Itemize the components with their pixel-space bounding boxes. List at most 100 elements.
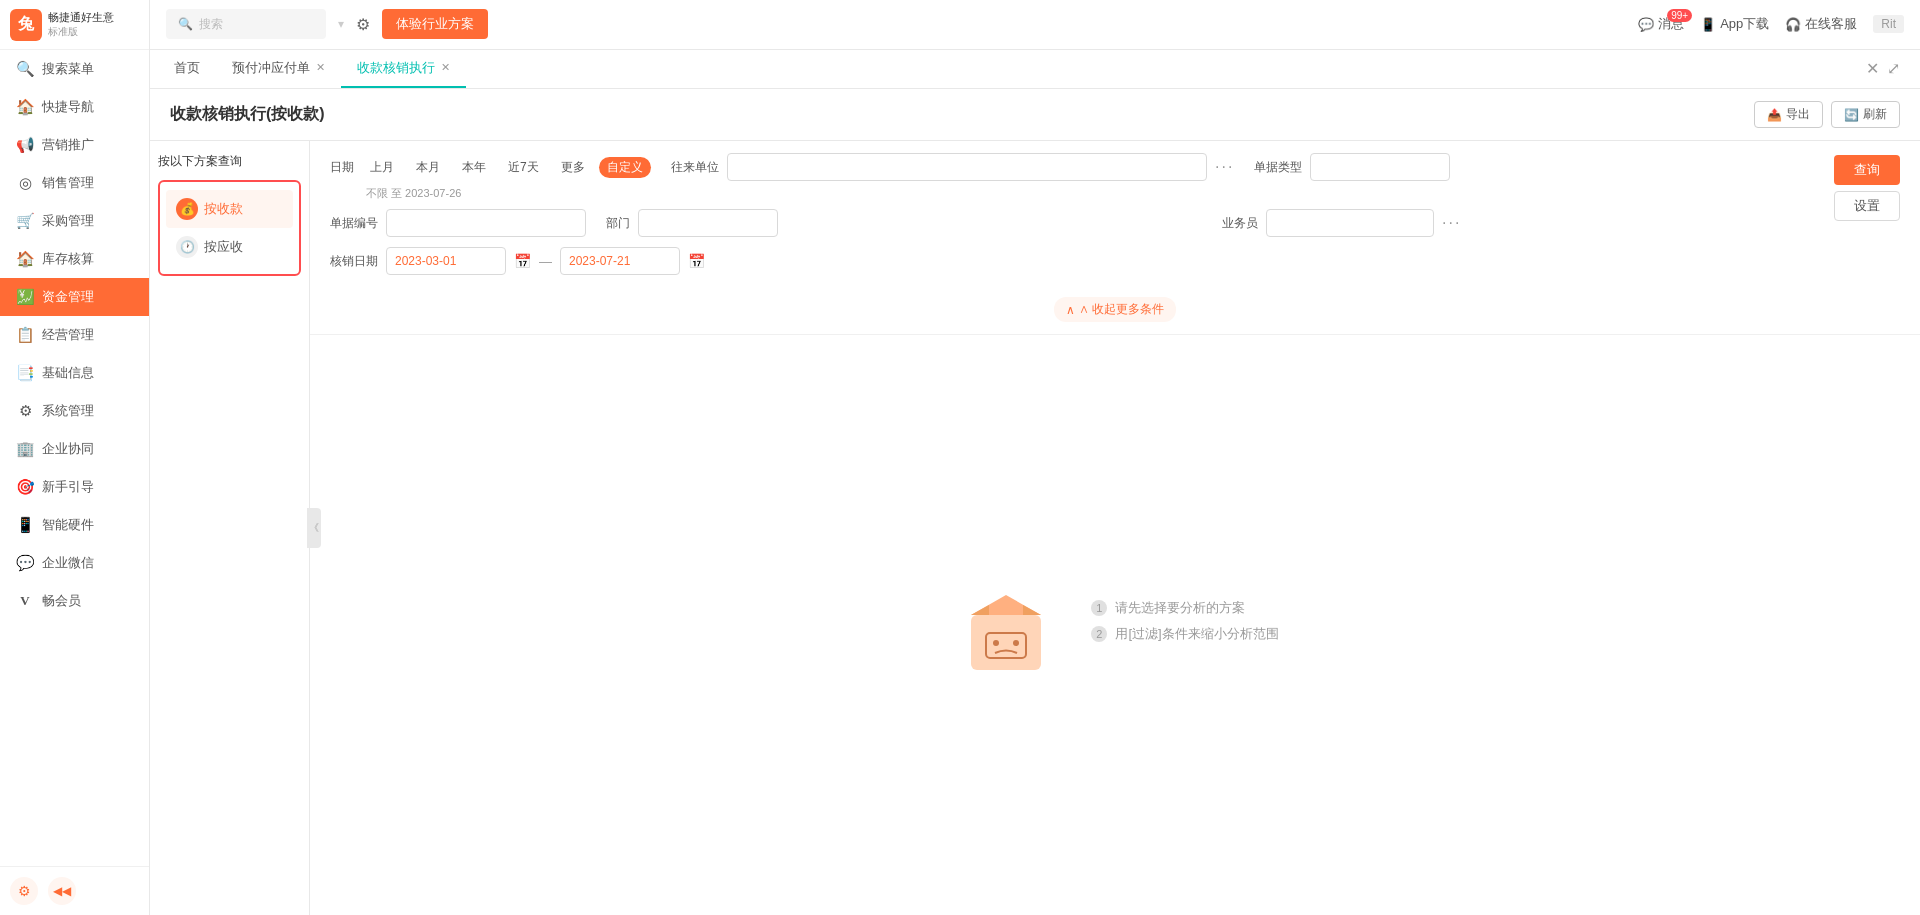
sidebar-label-inventory: 库存核算 <box>42 250 94 268</box>
topbar-actions: 💬 消息 99+ 📱 App下载 🎧 在线客服 Rit <box>1638 15 1904 33</box>
date-label: 日期 <box>330 159 354 176</box>
counterpart-label: 往来单位 <box>671 159 719 176</box>
offset-date-end-input[interactable] <box>560 247 680 275</box>
sidebar-bottom: ⚙ ◀◀ <box>0 866 149 915</box>
message-badge: 99+ <box>1667 9 1692 22</box>
topbar-chevron[interactable]: ▾ <box>338 17 344 31</box>
topbar-search[interactable]: 🔍 搜索 <box>166 9 326 39</box>
offset-date-end-icon[interactable]: 📅 <box>688 253 705 269</box>
online-service-btn[interactable]: 🎧 在线客服 <box>1785 15 1857 33</box>
date-separator: — <box>539 254 552 269</box>
inventory-icon: 🏠 <box>16 250 34 268</box>
app-edition: 标准版 <box>48 25 114 39</box>
by-receivable-label: 按应收 <box>204 238 243 256</box>
app-download-icon: 📱 <box>1700 17 1716 32</box>
message-btn[interactable]: 💬 消息 99+ <box>1638 15 1684 33</box>
date-7days[interactable]: 近7天 <box>500 157 547 178</box>
empty-hint2: 用[过滤]条件来缩小分析范围 <box>1115 625 1278 643</box>
date-custom-btn[interactable]: 自定义 <box>599 157 651 178</box>
voucher-type-select[interactable] <box>1310 153 1450 181</box>
system-icon: ⚙ <box>16 402 34 420</box>
wechat-icon: 💬 <box>16 554 34 572</box>
sidebar-item-member[interactable]: V 畅会员 <box>0 582 149 620</box>
sidebar-item-operations[interactable]: 📋 经营管理 <box>0 316 149 354</box>
filter-options-box: 💰 按收款 🕐 按应收 <box>158 180 301 276</box>
tab-home-label: 首页 <box>174 59 200 77</box>
sidebar-item-basic-info[interactable]: 📑 基础信息 <box>0 354 149 392</box>
date-this-year[interactable]: 本年 <box>454 157 494 178</box>
user-name[interactable]: Rit <box>1873 15 1904 33</box>
settings-bottom-btn[interactable]: ⚙ <box>10 877 38 905</box>
left-panel-title: 按以下方案查询 <box>158 153 301 170</box>
date-last-month[interactable]: 上月 <box>362 157 402 178</box>
sidebar-item-guide[interactable]: 🎯 新手引导 <box>0 468 149 506</box>
filter-by-receivable[interactable]: 🕐 按应收 <box>166 228 293 266</box>
search-placeholder-text: 搜索 <box>199 16 223 33</box>
close-tab-icon[interactable]: ✕ <box>1866 59 1879 78</box>
page-actions: 📤 导出 🔄 刷新 <box>1754 101 1900 128</box>
sidebar-label-wechat: 企业微信 <box>42 554 94 572</box>
sidebar-item-search-menu[interactable]: 🔍 搜索菜单 <box>0 50 149 88</box>
date-this-month[interactable]: 本月 <box>408 157 448 178</box>
counterpart-more-icon[interactable]: ··· <box>1215 158 1234 176</box>
sidebar-item-inventory[interactable]: 🏠 库存核算 <box>0 240 149 278</box>
offset-date-start-input[interactable] <box>386 247 506 275</box>
sidebar-label-search-menu: 搜索菜单 <box>42 60 94 78</box>
sidebar-item-quick-nav[interactable]: 🏠 快捷导航 <box>0 88 149 126</box>
tab-receipt-offset-label: 收款核销执行 <box>357 59 435 77</box>
expand-icon[interactable]: ⤢ <box>1887 59 1900 78</box>
voucher-no-input[interactable] <box>386 209 586 237</box>
sidebar-item-wechat[interactable]: 💬 企业微信 <box>0 544 149 582</box>
app-download-label: App下载 <box>1720 15 1769 33</box>
date-more[interactable]: 更多 <box>553 157 593 178</box>
employee-input[interactable] <box>1266 209 1434 237</box>
topbar-gear-icon[interactable]: ⚙ <box>356 15 370 34</box>
app-download-btn[interactable]: 📱 App下载 <box>1700 15 1769 33</box>
tab-prepay[interactable]: 预付冲应付单 ✕ <box>216 50 341 89</box>
collapse-left-btn[interactable]: 《 <box>307 508 321 548</box>
employee-more-icon[interactable]: ··· <box>1442 214 1461 232</box>
sidebar-nav: 🔍 搜索菜单 🏠 快捷导航 📢 营销推广 ◎ 销售管理 🛒 采购管理 🏠 库存核… <box>0 50 149 866</box>
sidebar-item-finance[interactable]: 💹 资金管理 <box>0 278 149 316</box>
settings-btn[interactable]: 设置 <box>1834 191 1900 221</box>
date-range-display: 不限 至 2023-07-26 <box>366 185 1818 201</box>
sidebar-item-marketing[interactable]: 📢 营销推广 <box>0 126 149 164</box>
guide-icon: 🎯 <box>16 478 34 496</box>
tab-receipt-offset-close[interactable]: ✕ <box>441 61 450 74</box>
empty-illustration <box>951 575 1051 675</box>
collapse-sidebar-btn[interactable]: ◀◀ <box>48 877 76 905</box>
sidebar-label-purchase: 采购管理 <box>42 212 94 230</box>
search-menu-icon: 🔍 <box>16 60 34 78</box>
sidebar-item-purchase[interactable]: 🛒 采购管理 <box>0 202 149 240</box>
sidebar-item-sales[interactable]: ◎ 销售管理 <box>0 164 149 202</box>
filter-row-2: 单据编号 部门 业务员 <box>330 209 1818 237</box>
tab-home[interactable]: 首页 <box>158 50 216 89</box>
sidebar-item-enterprise[interactable]: 🏢 企业协同 <box>0 430 149 468</box>
filter-by-receipt[interactable]: 💰 按收款 <box>166 190 293 228</box>
filter-btn-area: 查询 设置 <box>1834 153 1900 221</box>
left-panel: 按以下方案查询 💰 按收款 🕐 按应收 《 <box>150 141 310 915</box>
department-label: 部门 <box>606 215 630 232</box>
operations-icon: 📋 <box>16 326 34 344</box>
query-btn[interactable]: 查询 <box>1834 155 1900 185</box>
offset-date-start-icon[interactable]: 📅 <box>514 253 531 269</box>
sidebar-label-operations: 经营管理 <box>42 326 94 344</box>
sidebar-item-system[interactable]: ⚙ 系统管理 <box>0 392 149 430</box>
counterpart-input[interactable] <box>727 153 1207 181</box>
collapse-filter-btn[interactable]: ∧ ∧ 收起更多条件 <box>1054 297 1176 322</box>
tabbar: 首页 预付冲应付单 ✕ 收款核销执行 ✕ ✕ ⤢ <box>150 50 1920 90</box>
sidebar-label-finance: 资金管理 <box>42 288 94 306</box>
tab-receipt-offset[interactable]: 收款核销执行 ✕ <box>341 50 466 89</box>
date-range-text: 不限 至 2023-07-26 <box>366 187 461 199</box>
sidebar-item-hardware[interactable]: 📱 智能硬件 <box>0 506 149 544</box>
export-btn[interactable]: 📤 导出 <box>1754 101 1823 128</box>
department-select[interactable] <box>638 209 778 237</box>
solution-btn[interactable]: 体验行业方案 <box>382 9 488 39</box>
refresh-btn[interactable]: 🔄 刷新 <box>1831 101 1900 128</box>
sidebar-label-hardware: 智能硬件 <box>42 516 94 534</box>
tab-prepay-close[interactable]: ✕ <box>316 61 325 74</box>
svg-point-5 <box>993 640 999 646</box>
employee-field: 业务员 ··· <box>1222 209 1818 237</box>
refresh-icon: 🔄 <box>1844 108 1859 122</box>
service-label: 在线客服 <box>1805 15 1857 33</box>
